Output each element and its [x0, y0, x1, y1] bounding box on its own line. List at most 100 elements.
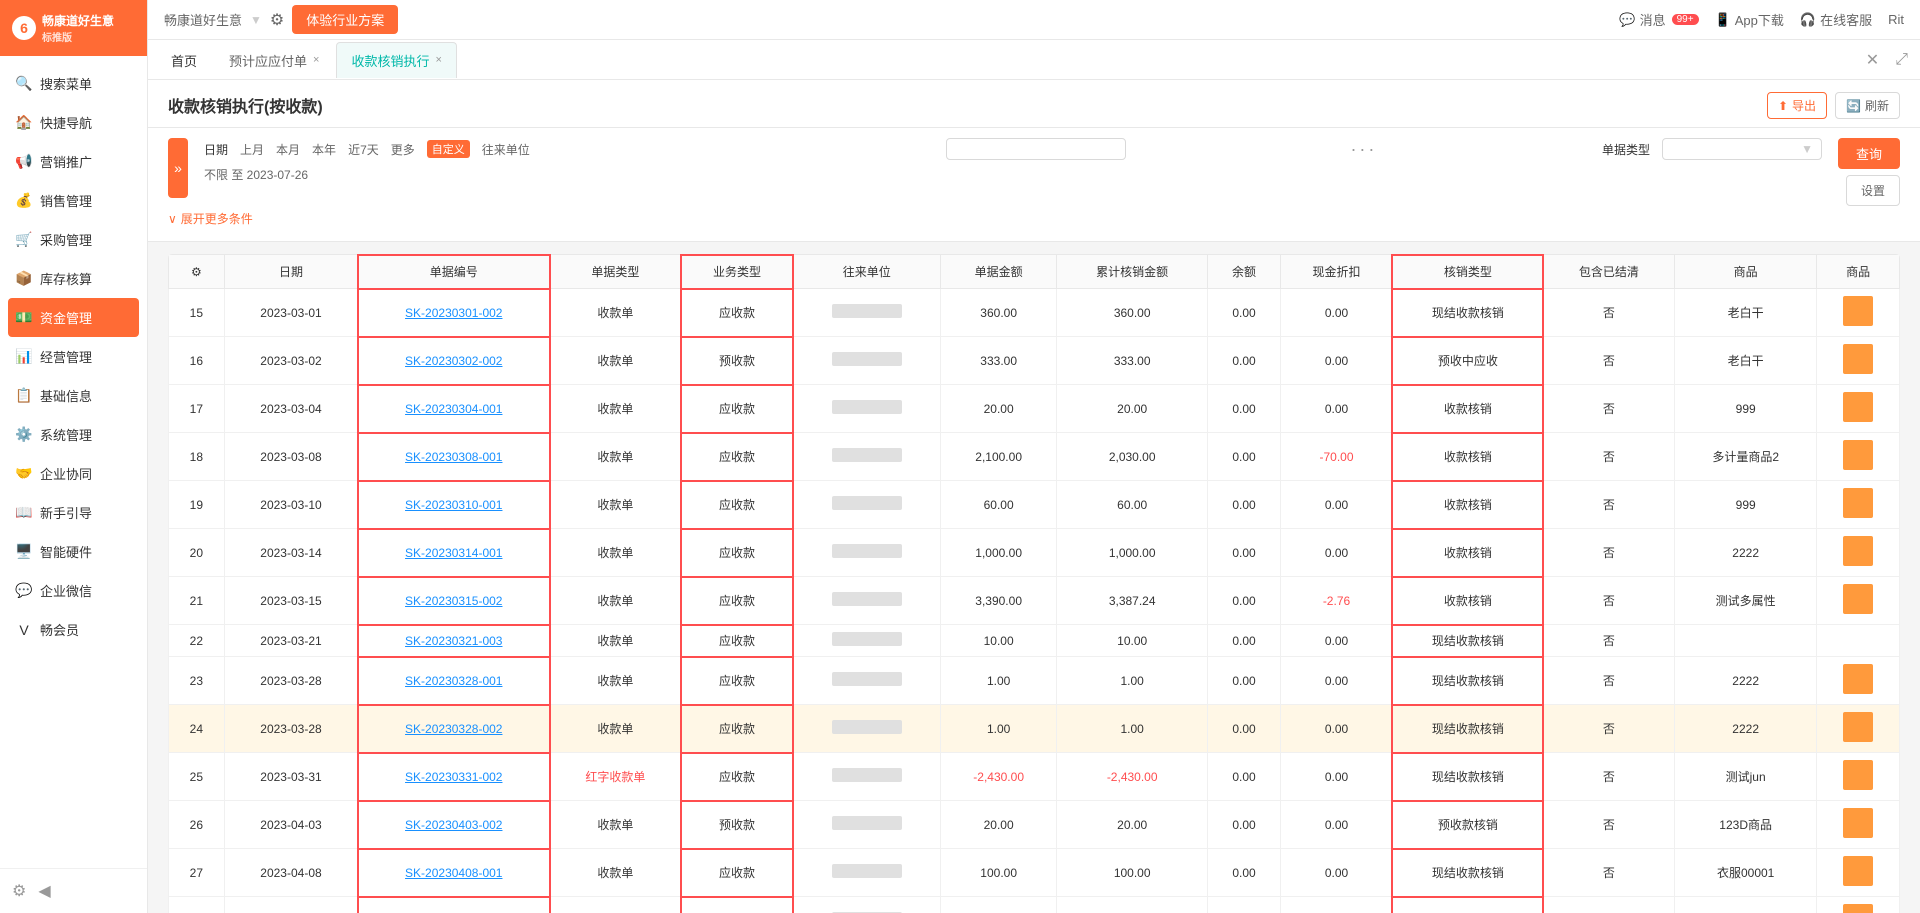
industry-solution-button[interactable]: 体验行业方案	[292, 5, 398, 34]
sidebar: 6 畅康道好生意 标推版 🔍 搜索菜单 🏠 快捷导航 📢 营销推广 💰 销售管理…	[0, 0, 148, 913]
tab-home[interactable]: 首页	[156, 42, 212, 78]
row-balance: 0.00	[1208, 337, 1281, 385]
row-doc-no[interactable]: SK-20230308-001	[358, 433, 550, 481]
row-product	[1675, 625, 1817, 657]
doc-no-link[interactable]: SK-20230331-002	[405, 770, 502, 784]
row-acc-amount: 10.00	[1057, 625, 1208, 657]
sidebar-item-marketing[interactable]: 📢 营销推广	[0, 142, 147, 181]
row-doc-no[interactable]: SK-20230321-003	[358, 625, 550, 657]
config-button[interactable]: ⚙	[270, 10, 284, 30]
sidebar-item-basic[interactable]: 📋 基础信息	[0, 376, 147, 415]
row-include-cleared: 否	[1543, 657, 1674, 705]
export-button[interactable]: ⬆ 导出	[1767, 92, 1827, 119]
sidebar-settings-button[interactable]: ⚙	[12, 881, 26, 901]
row-doc-no[interactable]: SK-20230408-001	[358, 849, 550, 897]
row-date: 2023-04-08	[224, 849, 358, 897]
tab-collection[interactable]: 收款核销执行 ×	[336, 42, 456, 78]
row-balance: 0.00	[1208, 849, 1281, 897]
tab-pending-close[interactable]: ×	[313, 54, 319, 66]
tab-collection-close[interactable]: ×	[435, 54, 441, 66]
sidebar-item-finance[interactable]: 💵 资金管理	[8, 298, 139, 337]
doc-no-link[interactable]: SK-20230328-001	[405, 674, 502, 688]
th-date: 日期	[224, 255, 358, 289]
row-doc-no[interactable]: SK-20230310-001	[358, 481, 550, 529]
th-acc-amount: 累计核销金额	[1057, 255, 1208, 289]
doc-no-link[interactable]: SK-20230314-001	[405, 546, 502, 560]
doc-no-link[interactable]: SK-20230301-002	[405, 306, 502, 320]
row-doc-no[interactable]: SK-20230302-002	[358, 337, 550, 385]
sidebar-item-wechat[interactable]: 💬 企业微信	[0, 571, 147, 610]
row-doc-no[interactable]: SK-20230403-002	[358, 801, 550, 849]
date-7days[interactable]: 近7天	[348, 141, 379, 158]
doc-no-link[interactable]: SK-20230315-002	[405, 594, 502, 608]
refresh-button[interactable]: 🔄 刷新	[1835, 92, 1900, 119]
sidebar-item-guide[interactable]: 📖 新手引导	[0, 493, 147, 532]
row-doc-no[interactable]: SK-20230304-001	[358, 385, 550, 433]
row-biz-type: 应收款	[681, 705, 793, 753]
topbar: 畅康道好生意 ▼ ⚙ 体验行业方案 💬 消息 99+ 📱 App下载 🎧 在线客…	[148, 0, 1920, 40]
guide-icon: 📖	[16, 505, 32, 521]
sidebar-item-hardware[interactable]: 🖥️ 智能硬件	[0, 532, 147, 571]
row-amount: 360.00	[941, 289, 1057, 337]
enterprise-icon: 🤝	[16, 466, 32, 482]
doc-no-link[interactable]: SK-20230304-001	[405, 402, 502, 416]
date-custom[interactable]: 自定义	[427, 140, 470, 158]
sidebar-item-inventory[interactable]: 📦 库存核算	[0, 259, 147, 298]
sidebar-item-member[interactable]: V 畅会员	[0, 610, 147, 649]
doc-no-link[interactable]: SK-20230403-002	[405, 818, 502, 832]
row-doc-no[interactable]: SK-20230328-002	[358, 705, 550, 753]
online-service-area[interactable]: 🎧 在线客服	[1800, 10, 1872, 29]
sidebar-item-quicknav[interactable]: 🏠 快捷导航	[0, 103, 147, 142]
query-button[interactable]: 查询	[1838, 138, 1900, 169]
sidebar-item-search[interactable]: 🔍 搜索菜单	[0, 64, 147, 103]
sidebar-item-operations[interactable]: 📊 经营管理	[0, 337, 147, 376]
row-doc-no[interactable]: SK-20230315-002	[358, 577, 550, 625]
row-doc-no[interactable]: SK-20230328-001	[358, 657, 550, 705]
row-discount: 0.00	[1281, 849, 1393, 897]
row-doc-type: 收款单	[550, 625, 681, 657]
user-area[interactable]: Rit	[1888, 12, 1904, 27]
doc-no-link[interactable]: SK-20230408-001	[405, 866, 502, 880]
refresh-icon: 🔄	[1846, 99, 1861, 113]
row-cancel-type: 收款核销	[1392, 577, 1543, 625]
sidebar-item-enterprise[interactable]: 🤝 企业协同	[0, 454, 147, 493]
row-doc-no[interactable]: SK-20230301-002	[358, 289, 550, 337]
expand-more-conditions-button[interactable]: ∨ 展开更多条件	[168, 210, 253, 227]
doc-no-link[interactable]: SK-20230321-003	[405, 634, 502, 648]
date-this-month[interactable]: 本月	[276, 141, 300, 158]
sidebar-label-quicknav: 快捷导航	[40, 113, 92, 132]
sidebar-label-member: 畅会员	[40, 620, 79, 639]
filter-settings-button[interactable]: 设置	[1846, 175, 1900, 206]
row-counterpart	[793, 433, 941, 481]
doc-no-link[interactable]: SK-20230302-002	[405, 354, 502, 368]
sidebar-item-purchase[interactable]: 🛒 采购管理	[0, 220, 147, 259]
tab-maximize-button[interactable]: ⤢	[1891, 46, 1912, 74]
sidebar-label-finance: 资金管理	[40, 308, 92, 327]
row-acc-amount: 1.00	[1057, 657, 1208, 705]
row-doc-no[interactable]: SK-20230331-002	[358, 753, 550, 801]
date-last-month[interactable]: 上月	[240, 141, 264, 158]
messages-area[interactable]: 💬 消息 99+	[1619, 10, 1698, 29]
row-discount: 0.00	[1281, 897, 1393, 913]
content: 收款核销执行(按收款) ⬆ 导出 🔄 刷新 »	[148, 80, 1920, 913]
doctype-select[interactable]: ▼	[1662, 138, 1822, 160]
table-row: 22 2023-03-21 SK-20230321-003 收款单 应收款 10…	[169, 625, 1900, 657]
doc-no-link[interactable]: SK-20230328-002	[405, 722, 502, 736]
tab-close-all-button[interactable]: ✕	[1862, 46, 1883, 74]
doc-no-link[interactable]: SK-20230310-001	[405, 498, 502, 512]
sidebar-item-sales[interactable]: 💰 销售管理	[0, 181, 147, 220]
th-gear[interactable]: ⚙	[169, 255, 225, 289]
sidebar-collapse-button[interactable]: ◀	[38, 881, 50, 901]
sidebar-item-system[interactable]: ⚙️ 系统管理	[0, 415, 147, 454]
doc-no-link[interactable]: SK-20230308-001	[405, 450, 502, 464]
date-more[interactable]: 更多	[391, 141, 415, 158]
date-this-year[interactable]: 本年	[312, 141, 336, 158]
row-num: 20	[169, 529, 225, 577]
row-doc-no[interactable]: SK-20230418-001	[358, 897, 550, 913]
counterpart-input[interactable]	[946, 138, 1126, 160]
row-doc-no[interactable]: SK-20230314-001	[358, 529, 550, 577]
filter-expand-button[interactable]: »	[168, 138, 188, 198]
tab-pending[interactable]: 预计应应付单 ×	[214, 42, 334, 78]
app-download-area[interactable]: 📱 App下载	[1715, 10, 1784, 29]
table-area[interactable]: ⚙ 日期 单据编号 单据类型 业务类型 往来单位 单据金额 累计核销金额 余额 …	[148, 242, 1920, 913]
